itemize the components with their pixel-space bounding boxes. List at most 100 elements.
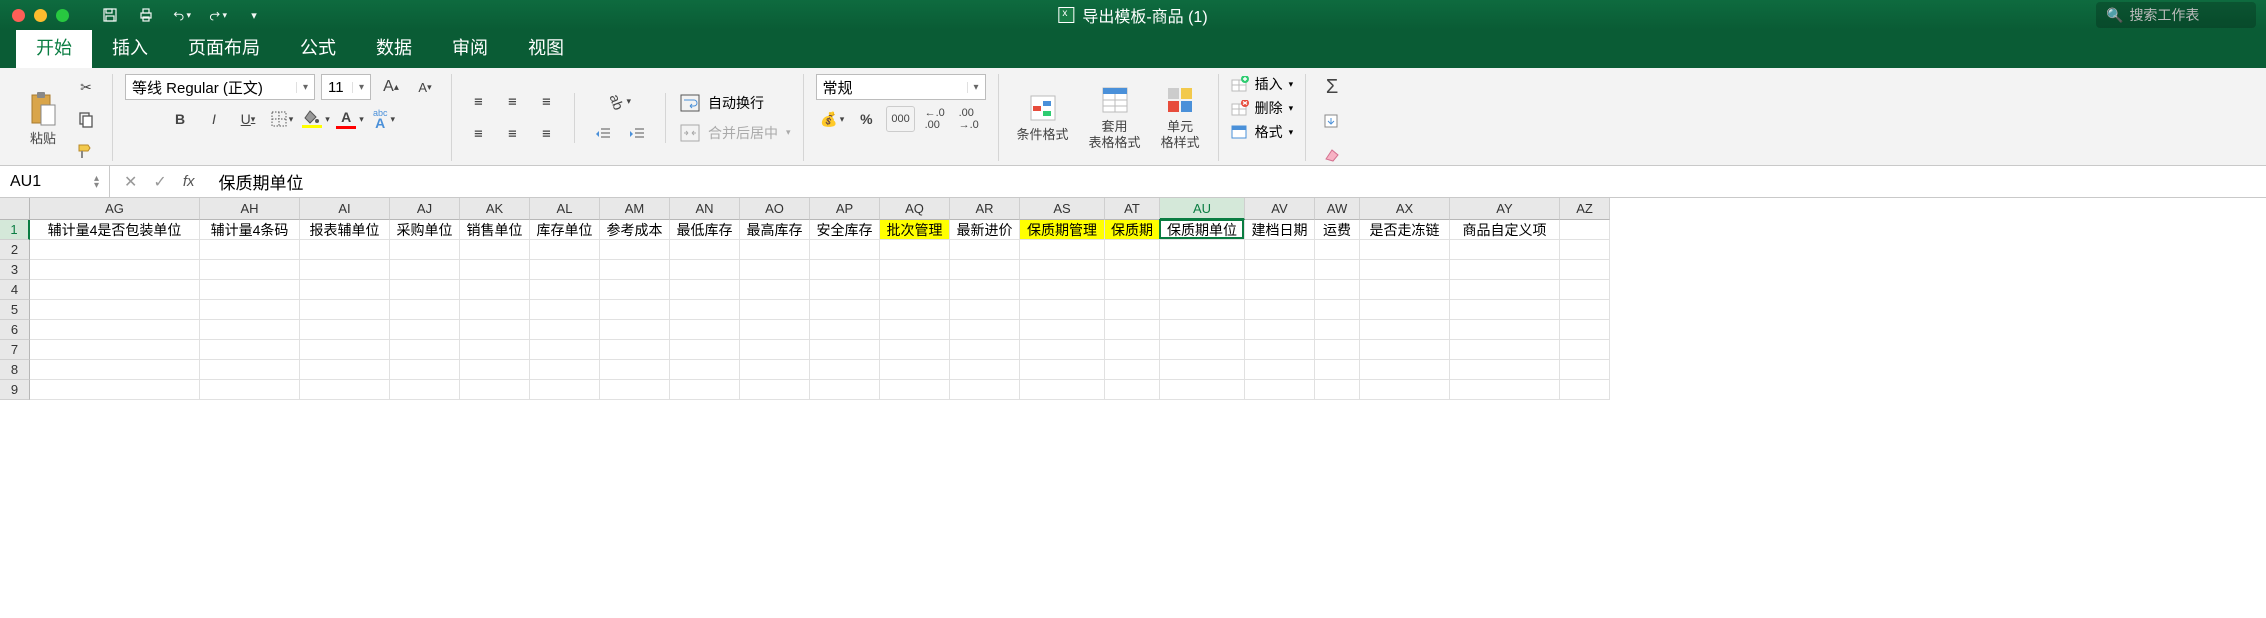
cell-AU6[interactable]	[1160, 320, 1245, 340]
cell-AR5[interactable]	[950, 300, 1020, 320]
cell-AG7[interactable]	[30, 340, 200, 360]
increase-font-button[interactable]: A▴	[377, 74, 405, 100]
fx-icon[interactable]: fx	[183, 173, 195, 190]
cell-AI8[interactable]	[300, 360, 390, 380]
cell-AS6[interactable]	[1020, 320, 1105, 340]
cell-AM7[interactable]	[600, 340, 670, 360]
cell-AG9[interactable]	[30, 380, 200, 400]
comma-button[interactable]: 000	[886, 106, 914, 132]
insert-cells-button[interactable]: 插入▾	[1231, 74, 1294, 94]
cell-AG3[interactable]	[30, 260, 200, 280]
cell-AY8[interactable]	[1450, 360, 1560, 380]
row-header-1[interactable]: 1	[0, 220, 30, 240]
cell-AY1[interactable]: 商品自定义项	[1450, 220, 1560, 240]
column-header-AT[interactable]: AT	[1105, 198, 1160, 220]
row-header-7[interactable]: 7	[0, 340, 30, 360]
cell-AV9[interactable]	[1245, 380, 1315, 400]
column-header-AO[interactable]: AO	[740, 198, 810, 220]
cell-AU7[interactable]	[1160, 340, 1245, 360]
cell-AV5[interactable]	[1245, 300, 1315, 320]
cell-AP4[interactable]	[810, 280, 880, 300]
formula-input[interactable]	[208, 172, 2266, 192]
cell-AM9[interactable]	[600, 380, 670, 400]
cell-AR3[interactable]	[950, 260, 1020, 280]
cell-AT6[interactable]	[1105, 320, 1160, 340]
cell-AO6[interactable]	[740, 320, 810, 340]
column-header-AK[interactable]: AK	[460, 198, 530, 220]
align-middle-button[interactable]: ≡	[498, 89, 526, 115]
column-header-AZ[interactable]: AZ	[1560, 198, 1610, 220]
column-header-AP[interactable]: AP	[810, 198, 880, 220]
cell-AU4[interactable]	[1160, 280, 1245, 300]
cell-AO4[interactable]	[740, 280, 810, 300]
clear-button[interactable]	[1318, 142, 1346, 168]
cell-AY7[interactable]	[1450, 340, 1560, 360]
cell-AP6[interactable]	[810, 320, 880, 340]
qat-customize-icon[interactable]: ▾	[245, 6, 263, 24]
cell-AX2[interactable]	[1360, 240, 1450, 260]
cell-AN9[interactable]	[670, 380, 740, 400]
cell-AW5[interactable]	[1315, 300, 1360, 320]
paste-button[interactable]: 粘贴	[22, 87, 64, 151]
cell-AN2[interactable]	[670, 240, 740, 260]
cell-AQ3[interactable]	[880, 260, 950, 280]
cell-AX9[interactable]	[1360, 380, 1450, 400]
cell-AT9[interactable]	[1105, 380, 1160, 400]
cell-AI7[interactable]	[300, 340, 390, 360]
cell-AO8[interactable]	[740, 360, 810, 380]
cell-AZ1[interactable]	[1560, 220, 1610, 240]
cell-AI3[interactable]	[300, 260, 390, 280]
cell-AR7[interactable]	[950, 340, 1020, 360]
cell-AP1[interactable]: 安全库存	[810, 220, 880, 240]
row-header-4[interactable]: 4	[0, 280, 30, 300]
autosum-button[interactable]: Σ	[1318, 74, 1346, 100]
cell-AH6[interactable]	[200, 320, 300, 340]
cell-AV4[interactable]	[1245, 280, 1315, 300]
copy-button[interactable]	[72, 106, 100, 132]
cell-AU3[interactable]	[1160, 260, 1245, 280]
cell-AV6[interactable]	[1245, 320, 1315, 340]
column-header-AW[interactable]: AW	[1315, 198, 1360, 220]
cell-AL9[interactable]	[530, 380, 600, 400]
cell-AK4[interactable]	[460, 280, 530, 300]
cell-AY3[interactable]	[1450, 260, 1560, 280]
number-format-input[interactable]	[817, 75, 967, 99]
column-header-AV[interactable]: AV	[1245, 198, 1315, 220]
tab-data[interactable]: 数据	[356, 26, 432, 68]
italic-button[interactable]: I	[200, 106, 228, 132]
cell-AP9[interactable]	[810, 380, 880, 400]
cell-AI2[interactable]	[300, 240, 390, 260]
cut-button[interactable]: ✂	[72, 74, 100, 100]
tab-insert[interactable]: 插入	[92, 26, 168, 68]
cell-AZ9[interactable]	[1560, 380, 1610, 400]
cell-AT2[interactable]	[1105, 240, 1160, 260]
cell-AH1[interactable]: 辅计量4条码	[200, 220, 300, 240]
cell-AX3[interactable]	[1360, 260, 1450, 280]
cell-AL2[interactable]	[530, 240, 600, 260]
align-center-button[interactable]: ≡	[498, 121, 526, 147]
column-header-AL[interactable]: AL	[530, 198, 600, 220]
cell-AN5[interactable]	[670, 300, 740, 320]
cell-AM8[interactable]	[600, 360, 670, 380]
column-header-AN[interactable]: AN	[670, 198, 740, 220]
cell-AJ6[interactable]	[390, 320, 460, 340]
save-icon[interactable]	[101, 6, 119, 24]
font-name-input[interactable]	[126, 75, 296, 99]
cell-AK7[interactable]	[460, 340, 530, 360]
row-header-5[interactable]: 5	[0, 300, 30, 320]
cell-AU9[interactable]	[1160, 380, 1245, 400]
cell-AT5[interactable]	[1105, 300, 1160, 320]
cell-AW6[interactable]	[1315, 320, 1360, 340]
cell-AO9[interactable]	[740, 380, 810, 400]
cell-AR1[interactable]: 最新进价	[950, 220, 1020, 240]
cell-AJ1[interactable]: 采购单位	[390, 220, 460, 240]
cell-AG5[interactable]	[30, 300, 200, 320]
align-bottom-button[interactable]: ≡	[532, 89, 560, 115]
align-left-button[interactable]: ≡	[464, 121, 492, 147]
cell-AR8[interactable]	[950, 360, 1020, 380]
cell-AG6[interactable]	[30, 320, 200, 340]
cell-AM2[interactable]	[600, 240, 670, 260]
cell-AI5[interactable]	[300, 300, 390, 320]
cell-AT7[interactable]	[1105, 340, 1160, 360]
cancel-formula-button[interactable]: ✕	[124, 172, 137, 192]
